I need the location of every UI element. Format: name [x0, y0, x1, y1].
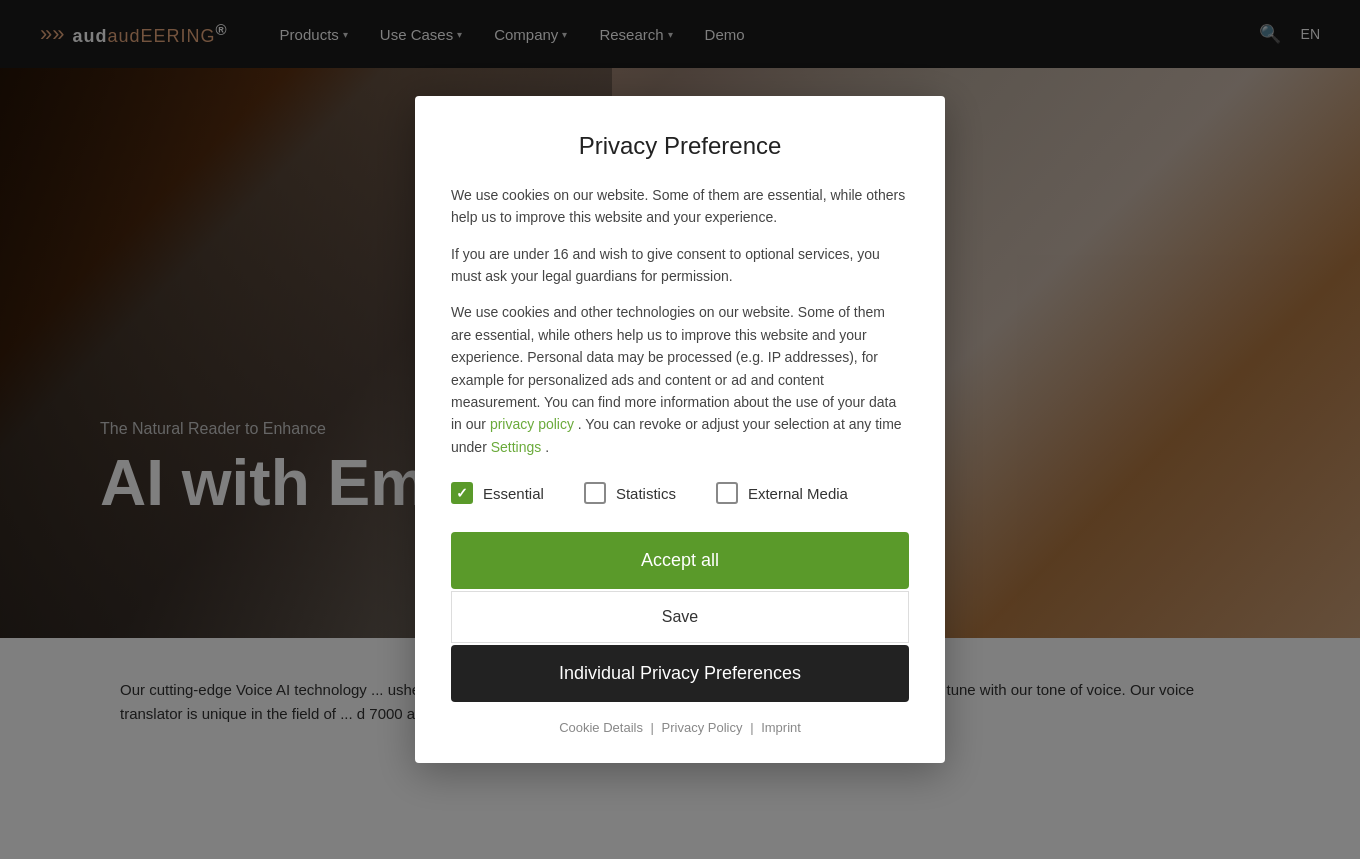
cookie-details-link[interactable]: Cookie Details: [559, 720, 643, 735]
modal-para3-end: .: [545, 439, 549, 455]
individual-privacy-button[interactable]: Individual Privacy Preferences: [451, 645, 909, 702]
footer-separator-2: |: [750, 720, 757, 735]
settings-link[interactable]: Settings: [491, 439, 542, 455]
modal-body: We use cookies on our website. Some of t…: [451, 184, 909, 458]
checkbox-essential[interactable]: Essential: [451, 482, 544, 504]
statistics-checkbox[interactable]: [584, 482, 606, 504]
imprint-link[interactable]: Imprint: [761, 720, 801, 735]
checkbox-external-media[interactable]: External Media: [716, 482, 848, 504]
modal-footer-links: Cookie Details | Privacy Policy | Imprin…: [451, 720, 909, 735]
save-button[interactable]: Save: [451, 591, 909, 643]
essential-checkbox[interactable]: [451, 482, 473, 504]
modal-para2: If you are under 16 and wish to give con…: [451, 243, 909, 288]
modal-title: Privacy Preference: [451, 132, 909, 160]
statistics-label: Statistics: [616, 485, 676, 502]
modal-para3-text: We use cookies and other technologies on…: [451, 304, 896, 432]
modal-backdrop: Privacy Preference We use cookies on our…: [0, 0, 1360, 859]
modal-para3: We use cookies and other technologies on…: [451, 301, 909, 458]
privacy-policy-footer-link[interactable]: Privacy Policy: [662, 720, 743, 735]
essential-label: Essential: [483, 485, 544, 502]
checkbox-row: Essential Statistics External Media: [451, 482, 909, 504]
checkbox-statistics[interactable]: Statistics: [584, 482, 676, 504]
modal-para1: We use cookies on our website. Some of t…: [451, 184, 909, 229]
accept-all-button[interactable]: Accept all: [451, 532, 909, 589]
footer-separator-1: |: [651, 720, 658, 735]
privacy-preference-modal: Privacy Preference We use cookies on our…: [415, 96, 945, 763]
external-media-label: External Media: [748, 485, 848, 502]
external-media-checkbox[interactable]: [716, 482, 738, 504]
privacy-policy-link[interactable]: privacy policy: [490, 416, 574, 432]
